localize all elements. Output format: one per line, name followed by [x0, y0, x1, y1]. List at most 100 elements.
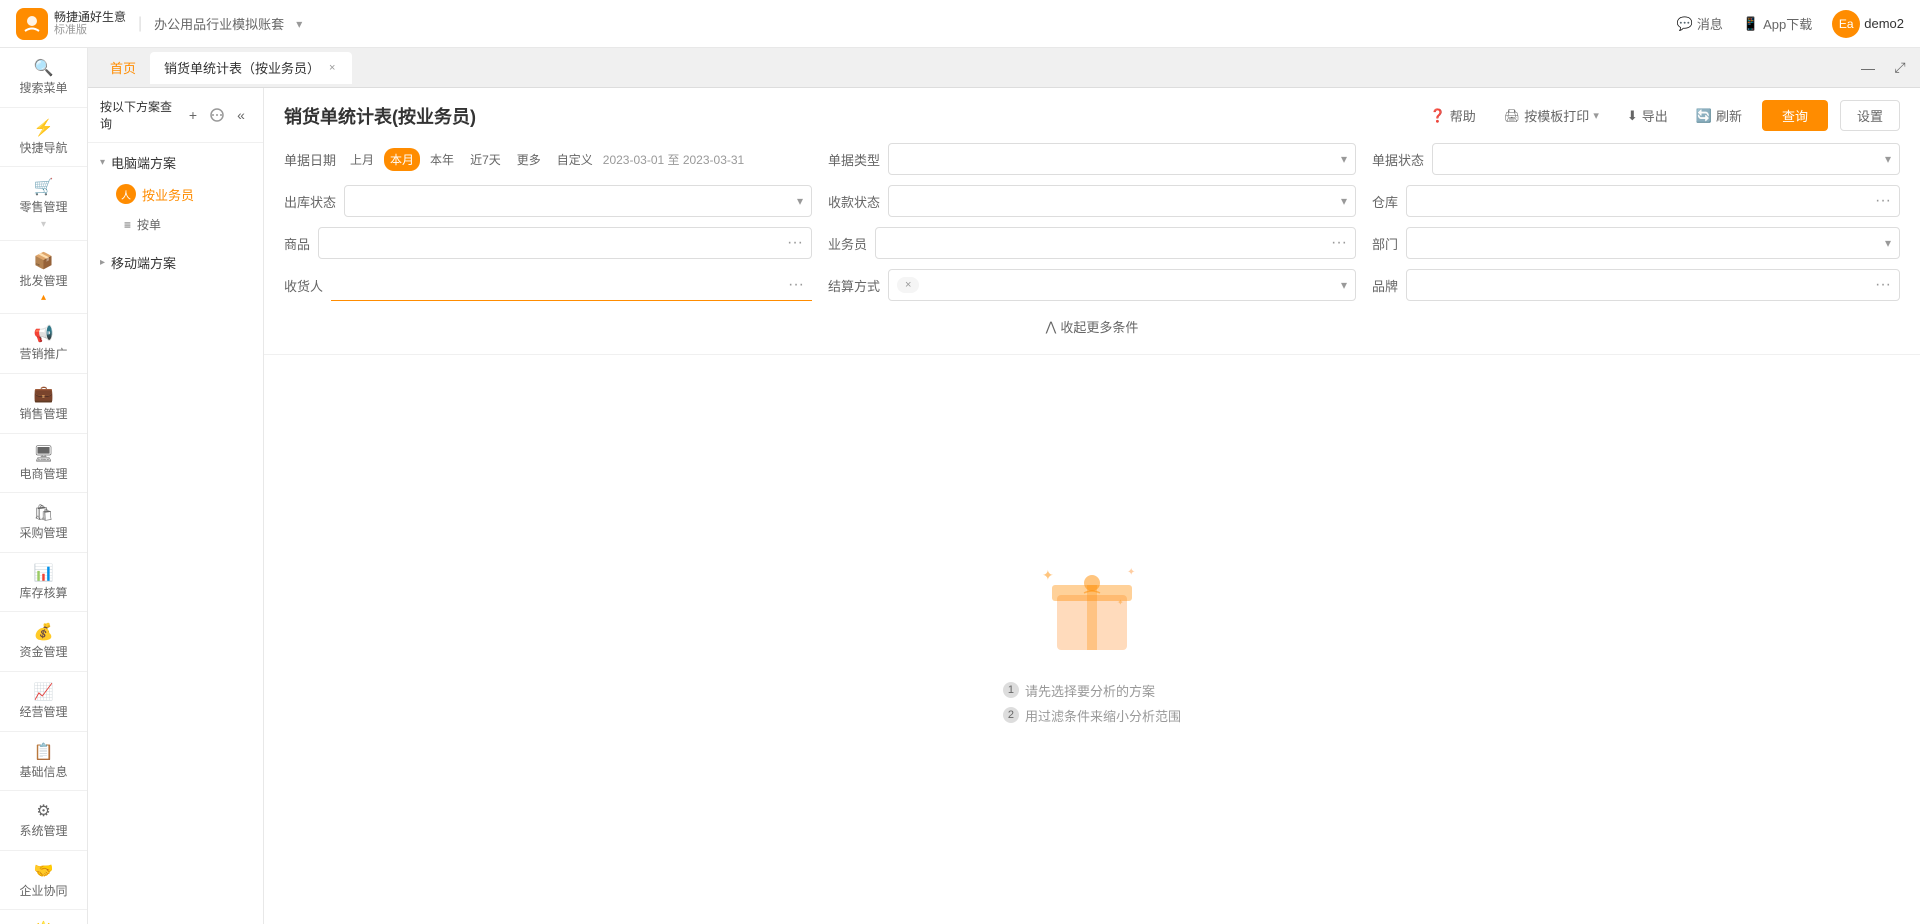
tag-close-button[interactable]: ×: [905, 279, 911, 291]
filter-item-out-status: 出库状态 ▾: [284, 185, 812, 217]
chevron-down-icon: ▾: [41, 219, 46, 230]
filter-item-payment: 结算方式 × ▾: [828, 269, 1356, 301]
filter-item-date: 单据日期 上月 本月 本年 近7天 更多 自定义 2023-03-01 至 20…: [284, 148, 812, 171]
sidebar-item-label: 企业协同: [19, 884, 67, 900]
content-area: 首页 销货单统计表（按业务员） × — ⤢ 按以下方案查询 +: [88, 48, 1920, 924]
sidebar-item-sales[interactable]: 💼 销售管理: [0, 374, 87, 434]
filter-item-department: 部门 ▾: [1372, 227, 1900, 259]
sidebar-item-retail[interactable]: 🛒 零售管理 ▾: [0, 167, 87, 241]
sidebar-item-inventory[interactable]: 📊 库存核算: [0, 553, 87, 613]
app-title-dropdown-icon[interactable]: ▾: [296, 17, 302, 31]
retail-icon: 🛒: [34, 177, 54, 197]
plan-group-mobile-header[interactable]: ▸ 移动端方案: [88, 247, 263, 278]
header-left: 畅捷通好生意 标准版 | 办公用品行业模拟账套 ▾: [16, 8, 302, 40]
date-tab-custom[interactable]: 自定义: [551, 148, 599, 171]
tab-minimize-button[interactable]: —: [1856, 56, 1880, 80]
collapse-icon: ⋀: [1046, 319, 1057, 335]
sidebar-item-wholesale[interactable]: 📦 批发管理 ▴: [0, 241, 87, 315]
tab-home[interactable]: 首页: [96, 52, 150, 84]
goods-input[interactable]: ···: [318, 227, 812, 259]
receive-status-select[interactable]: ▾: [888, 185, 1356, 217]
tab-expand-button[interactable]: ⤢: [1888, 56, 1912, 80]
date-tab-this-month[interactable]: 本月: [384, 148, 420, 171]
date-tab-this-year[interactable]: 本年: [424, 148, 460, 171]
operations-icon: 📈: [34, 682, 54, 702]
payment-tag: ×: [897, 277, 919, 293]
doc-type-select[interactable]: ▾: [888, 143, 1356, 175]
date-tab-last-month[interactable]: 上月: [344, 148, 380, 171]
panel-actions: + «: [183, 105, 251, 125]
expand-icon: ▾: [100, 157, 105, 168]
message-action[interactable]: 💬 消息: [1677, 14, 1723, 33]
salesperson-input[interactable]: ···: [875, 227, 1356, 259]
sidebar-item-label: 采购管理: [19, 526, 67, 542]
panel-collapse-button[interactable]: «: [231, 105, 251, 125]
chevron-down-icon: ▾: [1885, 152, 1891, 166]
tab-active[interactable]: 销货单统计表（按业务员） ×: [150, 52, 352, 84]
page-actions: ❓ 帮助 🖨 按模板打印 ▾ ⬇ 导出 🔄: [1422, 100, 1900, 131]
doc-status-select[interactable]: ▾: [1432, 143, 1900, 175]
sidebar-item-newbie[interactable]: 🌟 新手引导: [0, 910, 87, 924]
sales-icon: 💼: [34, 384, 54, 404]
filter-item-salesperson: 业务员 ···: [828, 227, 1356, 259]
finance-icon: 💰: [34, 622, 54, 642]
sidebar-item-search[interactable]: 🔍 搜索菜单: [0, 48, 87, 108]
warehouse-input[interactable]: ···: [1406, 185, 1900, 217]
more-icon: ···: [788, 276, 804, 294]
sidebar-item-cooperation[interactable]: 🤝 企业协同: [0, 851, 87, 911]
date-tab-7days[interactable]: 近7天: [464, 148, 507, 171]
out-status-select[interactable]: ▾: [344, 185, 812, 217]
settings-button[interactable]: 设置: [1840, 100, 1900, 131]
app-title: 办公用品行业模拟账套: [154, 14, 284, 33]
plan-item-salesperson[interactable]: 人 按业务员: [88, 178, 263, 210]
svg-text:✦: ✦: [1117, 598, 1124, 607]
sidebar-item-operations[interactable]: 📈 经营管理: [0, 672, 87, 732]
tip-num-2: 2: [1003, 707, 1019, 723]
sidebar-item-label: 库存核算: [19, 586, 67, 602]
sidebar-item-finance[interactable]: 💰 资金管理: [0, 612, 87, 672]
date-tab-more[interactable]: 更多: [511, 148, 547, 171]
export-button[interactable]: ⬇ 导出: [1619, 102, 1676, 129]
sidebar-item-label: 零售管理: [19, 200, 67, 216]
doc-type-label: 单据类型: [828, 150, 880, 169]
top-header: 畅捷通好生意 标准版 | 办公用品行业模拟账套 ▾ 💬 消息 📱 App下载 E…: [0, 0, 1920, 48]
sidebar-item-marketing[interactable]: 📢 营销推广: [0, 314, 87, 374]
user-profile[interactable]: Ea demo2: [1832, 10, 1904, 38]
filter-item-goods: 商品 ···: [284, 227, 812, 259]
sidebar-item-system[interactable]: ⚙ 系统管理: [0, 791, 87, 851]
sidebar-item-purchase[interactable]: 🛍 采购管理: [0, 493, 87, 553]
print-button[interactable]: 🖨 按模板打印 ▾: [1496, 102, 1607, 129]
basic-info-icon: 📋: [34, 742, 54, 762]
plan-group-pc-header[interactable]: ▾ 电脑端方案: [88, 147, 263, 178]
panel-add-button[interactable]: +: [183, 105, 203, 125]
refresh-button[interactable]: 🔄 刷新: [1688, 102, 1750, 129]
tab-close-button[interactable]: ×: [326, 61, 338, 75]
consignee-input[interactable]: ···: [331, 269, 812, 301]
help-button[interactable]: ❓ 帮助: [1422, 102, 1484, 129]
sidebar-item-label: 系统管理: [19, 824, 67, 840]
download-icon: 📱: [1743, 16, 1759, 32]
panel-edit-button[interactable]: [207, 105, 227, 125]
header-right: 💬 消息 📱 App下载 Ea demo2: [1677, 10, 1904, 38]
page-title-bar: 销货单统计表(按业务员) ❓ 帮助 🖨 按模板打印 ▾ ⬇: [264, 88, 1920, 131]
doc-status-label: 单据状态: [1372, 150, 1424, 169]
sidebar-item-ecommerce[interactable]: 🖥 电商管理: [0, 434, 87, 494]
filter-item-warehouse: 仓库 ···: [1372, 185, 1900, 217]
filter-row-2: 出库状态 ▾ 收款状态 ▾: [284, 185, 1900, 217]
logo-text: 畅捷通好生意 标准版: [54, 10, 126, 38]
collapse-filters-button[interactable]: ⋀ 收起更多条件: [284, 311, 1900, 342]
plan-item-order[interactable]: ≡ 按单: [88, 210, 263, 239]
sidebar-item-quicknav[interactable]: ⚡ 快捷导航: [0, 108, 87, 168]
flash-icon: ⚡: [34, 118, 54, 138]
purchase-icon: 🛍: [33, 503, 53, 523]
brand-input[interactable]: ···: [1406, 269, 1900, 301]
payment-select[interactable]: × ▾: [888, 269, 1356, 301]
logo-area: 畅捷通好生意 标准版: [16, 8, 126, 40]
sidebar-item-basic-info[interactable]: 📋 基础信息: [0, 732, 87, 792]
department-select[interactable]: ▾: [1406, 227, 1900, 259]
filter-row-1: 单据日期 上月 本月 本年 近7天 更多 自定义 2023-03-01 至 20…: [284, 143, 1900, 175]
query-button[interactable]: 查询: [1762, 100, 1828, 131]
out-status-label: 出库状态: [284, 192, 336, 211]
tab-bar: 首页 销货单统计表（按业务员） × — ⤢: [88, 48, 1920, 88]
app-download-action[interactable]: 📱 App下载: [1743, 14, 1812, 33]
